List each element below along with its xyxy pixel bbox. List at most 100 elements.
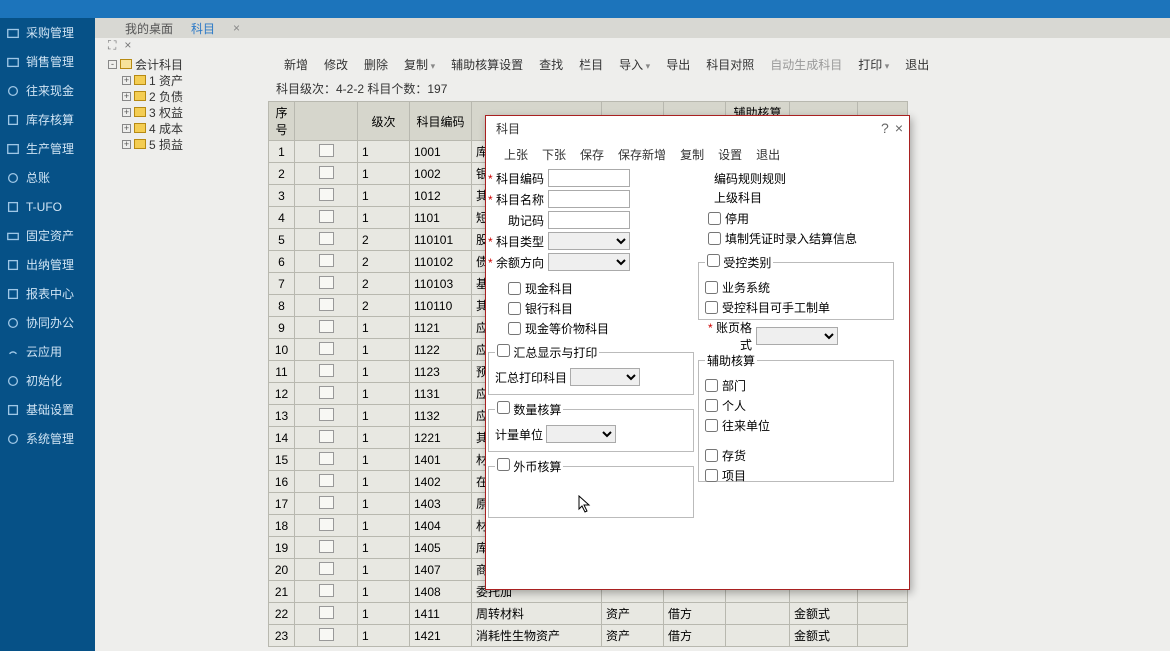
- sidenav-item[interactable]: 协同办公: [0, 308, 95, 337]
- toolbar-新增[interactable]: 新增: [284, 56, 308, 73]
- sidenav-item[interactable]: 基础设置: [0, 395, 95, 424]
- sidenav-item[interactable]: 采购管理: [0, 18, 95, 47]
- sidenav-item[interactable]: T-UFO: [0, 192, 95, 221]
- tree-node[interactable]: +4 成本: [108, 120, 263, 136]
- toolbar-科目对照[interactable]: 科目对照: [706, 56, 754, 73]
- check-summary[interactable]: [497, 344, 510, 357]
- row-checkbox[interactable]: [295, 559, 358, 581]
- tab-desktop[interactable]: 我的桌面: [125, 20, 173, 37]
- input-name[interactable]: [548, 190, 630, 208]
- check-voucher-settle[interactable]: [708, 232, 721, 245]
- dialog-btn-退出[interactable]: 退出: [756, 146, 780, 163]
- row-checkbox[interactable]: [295, 207, 358, 229]
- select-summary[interactable]: [570, 368, 640, 386]
- toolbar-查找[interactable]: 查找: [539, 56, 563, 73]
- row-checkbox[interactable]: [295, 427, 358, 449]
- tree-node[interactable]: +1 资产: [108, 72, 263, 88]
- expand-icon[interactable]: ⛶: [108, 38, 116, 53]
- sidenav-item[interactable]: 系统管理: [0, 424, 95, 453]
- toolbar-修改[interactable]: 修改: [324, 56, 348, 73]
- row-checkbox[interactable]: [295, 251, 358, 273]
- sidenav-item[interactable]: 往来现金: [0, 76, 95, 105]
- sidenav-item[interactable]: 生产管理: [0, 134, 95, 163]
- row-checkbox[interactable]: [295, 361, 358, 383]
- check-aux-project[interactable]: [705, 469, 718, 482]
- row-checkbox[interactable]: [295, 581, 358, 603]
- select-dir[interactable]: [548, 253, 630, 271]
- toolbar-自动生成科目[interactable]: 自动生成科目: [770, 56, 842, 73]
- tab-subject[interactable]: 科目: [191, 20, 215, 37]
- tree-node[interactable]: +3 权益: [108, 104, 263, 120]
- toolbar-打印[interactable]: 打印: [858, 56, 889, 73]
- dialog-btn-上张[interactable]: 上张: [504, 146, 528, 163]
- row-checkbox[interactable]: [295, 339, 358, 361]
- toolbar-辅助核算设置[interactable]: 辅助核算设置: [451, 56, 523, 73]
- help-icon[interactable]: ?: [881, 120, 889, 136]
- table-row[interactable]: 2211411周转材料资产借方金额式: [269, 603, 908, 625]
- row-checkbox[interactable]: [295, 625, 358, 647]
- row-checkbox[interactable]: [295, 229, 358, 251]
- check-biz-system[interactable]: [705, 281, 718, 294]
- dialog-btn-复制[interactable]: 复制: [680, 146, 704, 163]
- check-stop[interactable]: [708, 212, 721, 225]
- sidenav-item[interactable]: 总账: [0, 163, 95, 192]
- row-checkbox[interactable]: [295, 141, 358, 163]
- check-fc[interactable]: [497, 458, 510, 471]
- dialog-close-icon[interactable]: ×: [895, 120, 903, 136]
- select-unit[interactable]: [546, 425, 616, 443]
- row-checkbox[interactable]: [295, 273, 358, 295]
- row-checkbox[interactable]: [295, 163, 358, 185]
- dialog-btn-设置[interactable]: 设置: [718, 146, 742, 163]
- sidenav-item[interactable]: 销售管理: [0, 47, 95, 76]
- select-page-format[interactable]: [756, 327, 838, 345]
- sidenav-item[interactable]: 库存核算: [0, 105, 95, 134]
- table-row[interactable]: 2311421消耗性生物资产资产借方金额式: [269, 625, 908, 647]
- close-icon[interactable]: ×: [124, 38, 131, 53]
- check-manual-entry[interactable]: [705, 301, 718, 314]
- row-checkbox[interactable]: [295, 383, 358, 405]
- check-aux-dept[interactable]: [705, 379, 718, 392]
- dialog-btn-保存[interactable]: 保存: [580, 146, 604, 163]
- select-type[interactable]: [548, 232, 630, 250]
- toolbar-导入[interactable]: 导入: [619, 56, 650, 73]
- row-checkbox[interactable]: [295, 603, 358, 625]
- row-checkbox[interactable]: [295, 537, 358, 559]
- check-cash-equiv[interactable]: [508, 322, 521, 335]
- check-aux-stock[interactable]: [705, 449, 718, 462]
- toolbar-复制[interactable]: 复制: [404, 56, 435, 73]
- row-checkbox[interactable]: [295, 493, 358, 515]
- sidenav-item[interactable]: 报表中心: [0, 279, 95, 308]
- check-cash[interactable]: [508, 282, 521, 295]
- tree-node[interactable]: +2 负债: [108, 88, 263, 104]
- sidenav-item[interactable]: 固定资产: [0, 221, 95, 250]
- dialog-btn-下张[interactable]: 下张: [542, 146, 566, 163]
- input-code[interactable]: [548, 169, 630, 187]
- tree-root[interactable]: -会计科目: [108, 56, 263, 72]
- toolbar-栏目[interactable]: 栏目: [579, 56, 603, 73]
- row-checkbox[interactable]: [295, 471, 358, 493]
- row-checkbox[interactable]: [295, 295, 358, 317]
- column-header[interactable]: 级次: [358, 102, 410, 141]
- check-aux-person[interactable]: [705, 399, 718, 412]
- toolbar-导出[interactable]: 导出: [666, 56, 690, 73]
- column-header[interactable]: 序号: [269, 102, 295, 141]
- row-checkbox[interactable]: [295, 317, 358, 339]
- tree-node[interactable]: +5 损益: [108, 136, 263, 152]
- input-mnemonic[interactable]: [548, 211, 630, 229]
- sidenav-item[interactable]: 云应用: [0, 337, 95, 366]
- check-controlled[interactable]: [707, 254, 720, 267]
- sidenav-item[interactable]: 出纳管理: [0, 250, 95, 279]
- tab-close-icon[interactable]: ×: [233, 21, 240, 35]
- toolbar-退出[interactable]: 退出: [905, 56, 929, 73]
- dialog-btn-保存新增[interactable]: 保存新增: [618, 146, 666, 163]
- check-bank[interactable]: [508, 302, 521, 315]
- row-checkbox[interactable]: [295, 405, 358, 427]
- check-aux-partner[interactable]: [705, 419, 718, 432]
- toolbar-删除[interactable]: 删除: [364, 56, 388, 73]
- column-header[interactable]: [295, 102, 358, 141]
- row-checkbox[interactable]: [295, 185, 358, 207]
- sidenav-item[interactable]: 初始化: [0, 366, 95, 395]
- row-checkbox[interactable]: [295, 449, 358, 471]
- column-header[interactable]: 科目编码: [410, 102, 472, 141]
- check-quantity[interactable]: [497, 401, 510, 414]
